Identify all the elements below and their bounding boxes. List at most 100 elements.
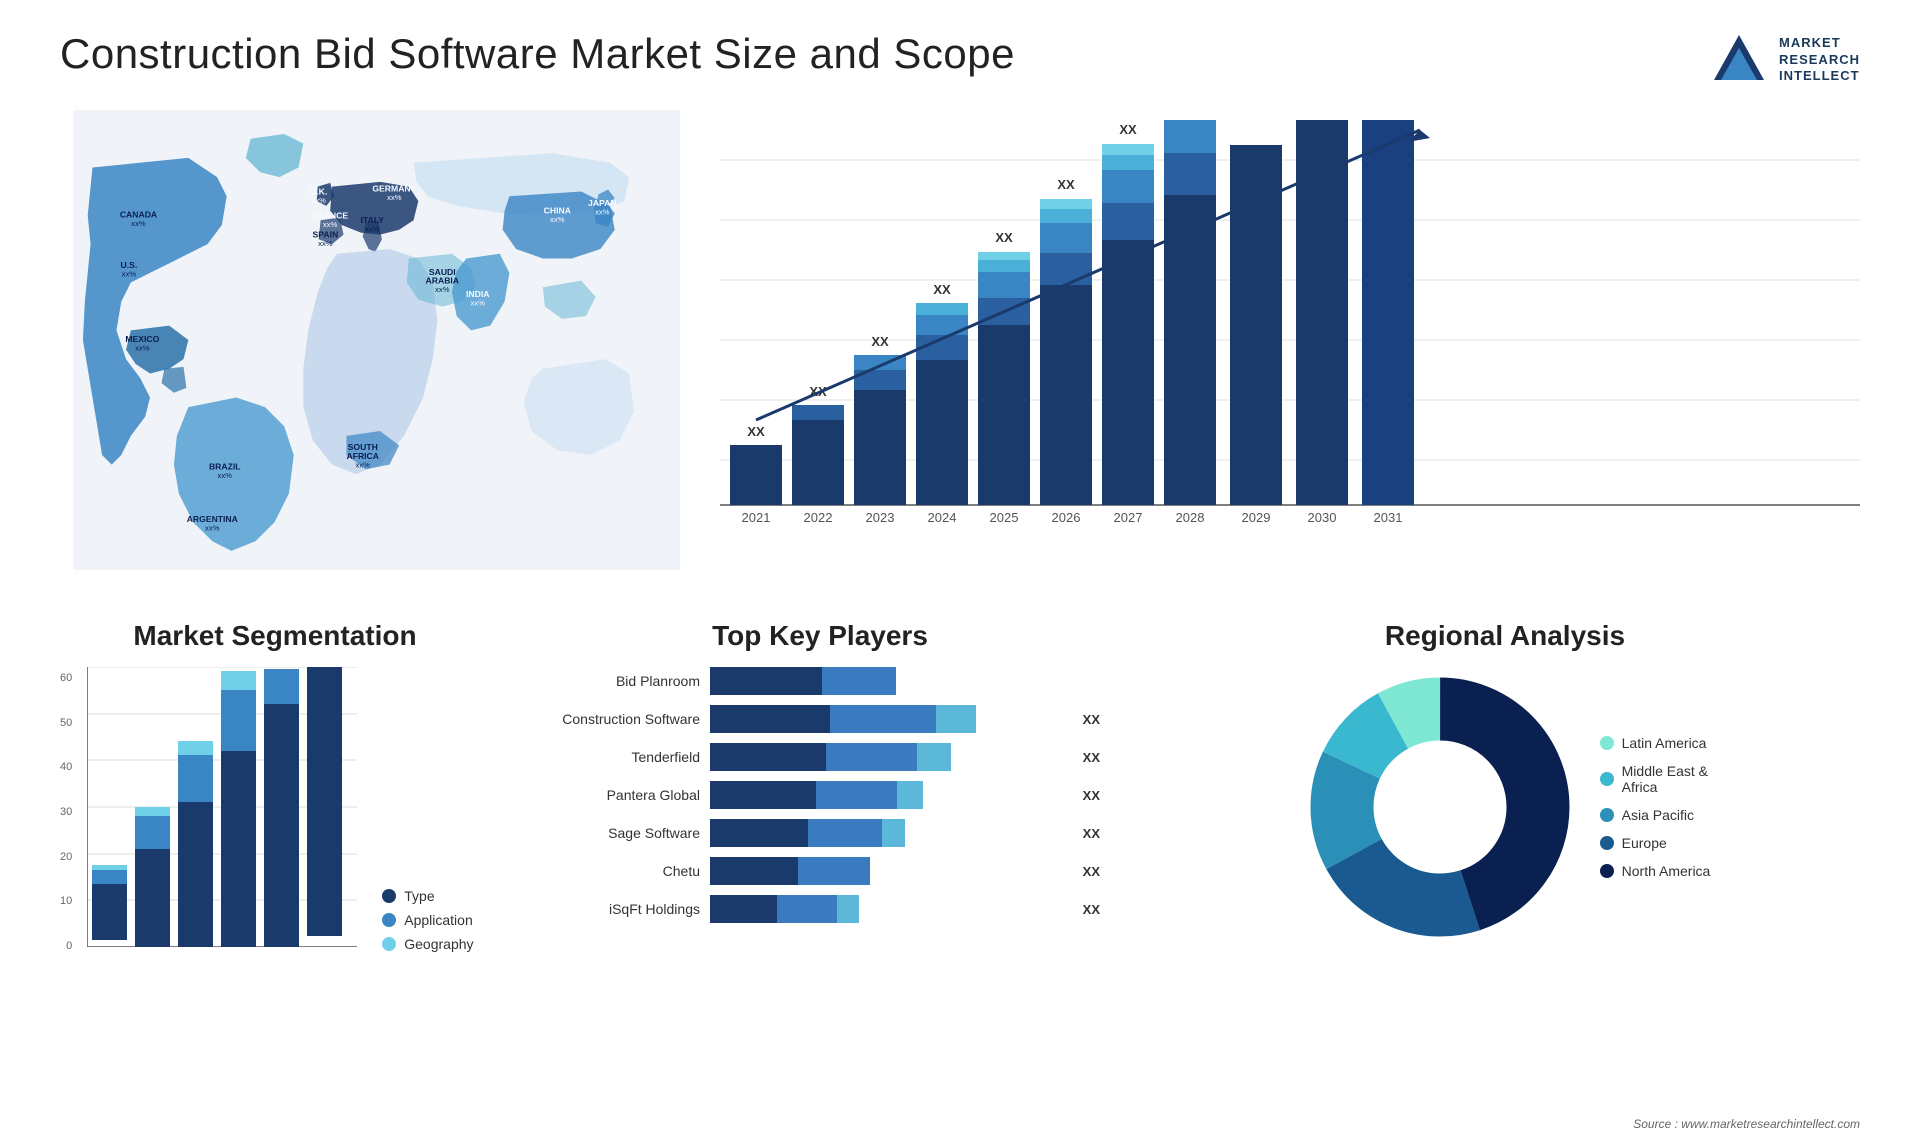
y-label-30: 30 [60,806,72,818]
segmentation-section: Market Segmentation 60 50 40 30 20 10 0 [60,620,490,1050]
regional-legend: Latin America Middle East &Africa Asia P… [1600,735,1711,879]
svg-text:xx%: xx% [122,270,137,279]
svg-text:2023: 2023 [866,510,895,525]
donut-svg [1300,667,1580,947]
legend-europe: Europe [1600,835,1711,851]
dot-north-america [1600,864,1614,878]
regional-container: Latin America Middle East &Africa Asia P… [1150,667,1860,947]
world-map-svg: CANADA xx% U.S. xx% MEXICO xx% BRAZIL xx… [60,110,680,570]
svg-text:2027: 2027 [1114,510,1143,525]
label-europe: Europe [1622,835,1667,851]
bottom-row: Market Segmentation 60 50 40 30 20 10 0 [60,620,1860,1050]
player-value-construction-software: XX [1083,712,1100,727]
svg-text:FRANCE: FRANCE [312,210,348,220]
player-value-tenderfield: XX [1083,750,1100,765]
legend-dot-type [382,889,396,903]
player-value-pantera-global: XX [1083,788,1100,803]
svg-text:ARGENTINA: ARGENTINA [187,514,238,524]
svg-text:2021: 2021 [742,510,771,525]
svg-text:U.S.: U.S. [121,260,138,270]
regional-section: Regional Analysis [1150,620,1860,1050]
player-value-sage-software: XX [1083,826,1100,841]
svg-text:XX: XX [1057,177,1075,192]
player-value-chetu: XX [1083,864,1100,879]
svg-text:JAPAN: JAPAN [588,198,617,208]
segmentation-legend: Type Application Geography [372,888,473,952]
dot-asia-pacific [1600,808,1614,822]
svg-text:CHINA: CHINA [544,206,571,216]
players-title: Top Key Players [530,620,1110,652]
y-label-50: 50 [60,717,72,729]
players-section: Top Key Players Bid Planroom Constructio… [530,620,1110,1050]
svg-text:xx%: xx% [387,193,402,202]
label-middle-east-africa: Middle East &Africa [1622,763,1708,795]
player-name-tenderfield: Tenderfield [540,749,700,765]
svg-text:xx%: xx% [131,219,146,228]
svg-text:xx%: xx% [435,285,450,294]
regional-title: Regional Analysis [1150,620,1860,652]
players-container: Bid Planroom Construction Software [530,667,1110,923]
svg-text:XX: XX [871,334,889,349]
svg-text:2026: 2026 [1052,510,1081,525]
svg-text:xx%: xx% [135,344,150,353]
legend-label-geography: Geography [404,936,473,952]
svg-text:xx%: xx% [365,225,380,234]
svg-text:XX: XX [747,424,765,439]
donut-chart [1300,667,1580,947]
dot-europe [1600,836,1614,850]
svg-text:BRAZIL: BRAZIL [209,461,241,471]
segmentation-chart-svg: 2021 2022 2023 [87,667,357,947]
svg-text:xx%: xx% [311,196,326,205]
header: Construction Bid Software Market Size an… [60,30,1860,90]
world-map-container: CANADA xx% U.S. xx% MEXICO xx% BRAZIL xx… [60,110,680,590]
y-label-20: 20 [60,851,72,863]
legend-label-application: Application [404,912,473,928]
dot-latin-america [1600,736,1614,750]
player-row-bid-planroom: Bid Planroom [540,667,1100,695]
player-name-bid-planroom: Bid Planroom [540,673,700,689]
svg-text:XX: XX [933,282,951,297]
svg-text:2030: 2030 [1308,510,1337,525]
player-row-construction-software: Construction Software XX [540,705,1100,733]
svg-text:2031: 2031 [1374,510,1403,525]
svg-text:XX: XX [1119,122,1137,137]
bar-chart-section: XX 2021 XX 2022 XX 2023 [720,110,1860,590]
player-bar-construction-software [710,705,1065,733]
svg-text:2025: 2025 [990,510,1019,525]
svg-text:2029: 2029 [1242,510,1271,525]
svg-text:xx%: xx% [595,207,610,216]
legend-geography: Geography [382,936,473,952]
player-bar-pantera-global [710,781,1065,809]
svg-text:xx%: xx% [318,239,333,248]
player-name-sage-software: Sage Software [540,825,700,841]
player-row-chetu: Chetu XX [540,857,1100,885]
player-value-isqft: XX [1083,902,1100,917]
svg-text:xx%: xx% [205,524,220,533]
y-label-40: 40 [60,761,72,773]
page-container: Construction Bid Software Market Size an… [0,0,1920,1146]
player-name-construction-software: Construction Software [540,711,700,727]
svg-text:ARABIA: ARABIA [426,275,459,285]
logo-text: MARKET RESEARCH INTELLECT [1779,35,1860,86]
player-name-isqft: iSqFt Holdings [540,901,700,917]
svg-text:ITALY: ITALY [361,215,385,225]
player-name-pantera-global: Pantera Global [540,787,700,803]
legend-dot-application [382,913,396,927]
legend-middle-east-africa: Middle East &Africa [1600,763,1711,795]
svg-text:GERMANY: GERMANY [372,183,416,193]
svg-text:2022: 2022 [804,510,833,525]
y-label-60: 60 [60,672,72,684]
dot-middle-east-africa [1600,772,1614,786]
svg-text:U.K.: U.K. [310,186,327,196]
player-bar-isqft [710,895,1065,923]
label-asia-pacific: Asia Pacific [1622,807,1694,823]
player-bar-chetu [710,857,1065,885]
player-bar-sage-software [710,819,1065,847]
player-row-sage-software: Sage Software XX [540,819,1100,847]
svg-text:SPAIN: SPAIN [313,229,339,239]
svg-text:AFRICA: AFRICA [346,451,379,461]
segmentation-title: Market Segmentation [60,620,490,652]
player-row-tenderfield: Tenderfield XX [540,743,1100,771]
svg-text:CANADA: CANADA [120,209,157,219]
label-latin-america: Latin America [1622,735,1707,751]
